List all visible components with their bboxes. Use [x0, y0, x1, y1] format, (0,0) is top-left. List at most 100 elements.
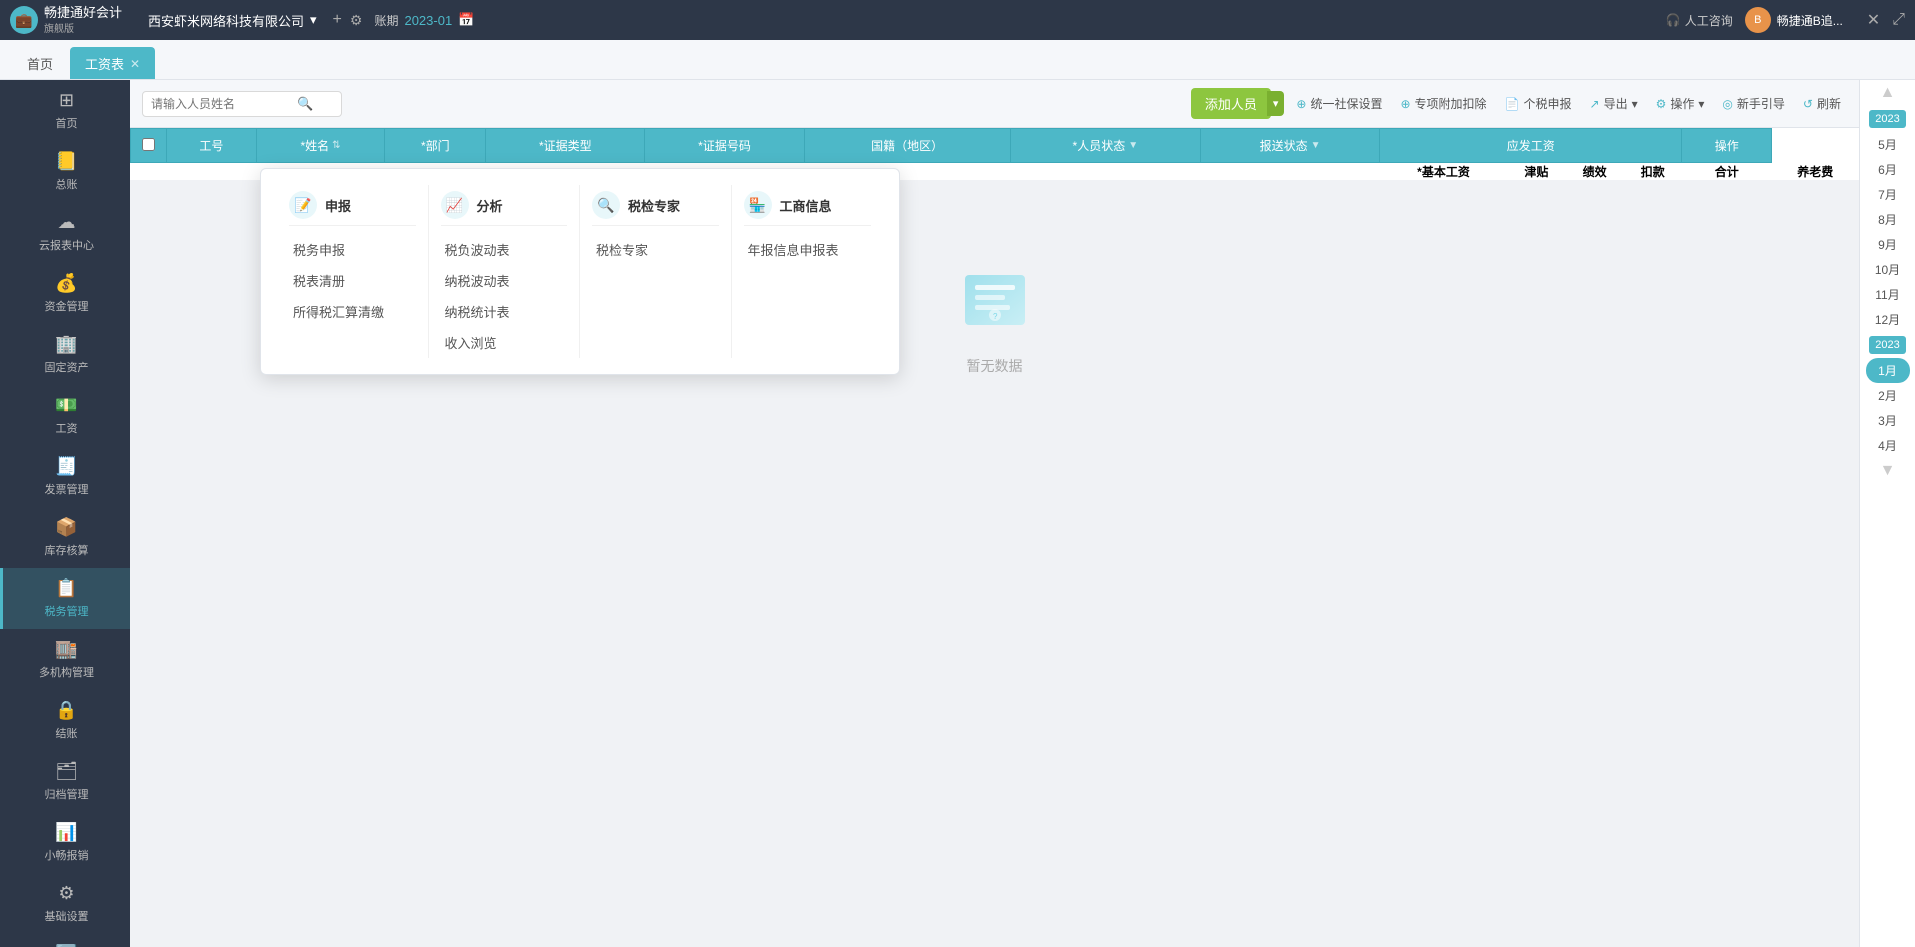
- month-2[interactable]: 2月: [1866, 383, 1910, 408]
- sidebar-label-close: 结账: [56, 725, 78, 741]
- add-person-button[interactable]: 添加人员: [1191, 88, 1271, 119]
- tab-home[interactable]: 首页: [12, 47, 68, 79]
- social-label: 统一社保设置: [1310, 95, 1382, 112]
- sidebar-item-funds[interactable]: 💰 资金管理: [0, 263, 130, 324]
- th-wage-group: 应发工资: [1380, 129, 1682, 163]
- month-6[interactable]: 6月: [1866, 157, 1910, 182]
- company-selector[interactable]: 西安虾米网络科技有限公司 ▾: [140, 7, 325, 34]
- menu-tax-wave2[interactable]: 纳税波动表: [441, 265, 568, 296]
- guide-toolbar-icon: ◎: [1722, 97, 1732, 111]
- special-deduction-btn[interactable]: ⊕ 专项附加扣除: [1394, 91, 1492, 116]
- business-label: 工商信息: [780, 196, 832, 215]
- period-value[interactable]: 2023-01: [404, 13, 452, 28]
- month-10[interactable]: 10月: [1866, 257, 1910, 282]
- sidebar-item-assets[interactable]: 🏢 固定资产: [0, 324, 130, 385]
- add-icon-btn[interactable]: +: [333, 11, 342, 29]
- menu-annual-report[interactable]: 年报信息申报表: [744, 234, 872, 265]
- menu-income-browse[interactable]: 收入浏览: [441, 327, 568, 358]
- user-btn[interactable]: B 畅捷通B追...: [1745, 7, 1843, 33]
- company-dropdown-icon: ▾: [310, 12, 317, 28]
- sidebar: ⊞ 首页 📒 总账 ☁ 云报表中心 💰 资金管理 🏢 固定资产 💵 工资 🧾 发…: [0, 80, 130, 947]
- month-12[interactable]: 12月: [1866, 307, 1910, 332]
- th-domicile: 国籍（地区）: [804, 129, 1010, 163]
- close-btn[interactable]: ✕: [1867, 10, 1880, 30]
- category-shenb: 📝 申报: [289, 185, 416, 226]
- date-nav-down[interactable]: ▼: [1876, 458, 1900, 484]
- refresh-btn[interactable]: ↺ 刷新: [1797, 91, 1847, 116]
- user-name: 畅捷通B追...: [1777, 12, 1843, 29]
- search-box: 🔍: [142, 91, 342, 117]
- sidebar-item-home[interactable]: ⊞ 首页: [0, 80, 130, 141]
- th-report-status[interactable]: 报送状态 ▼: [1201, 129, 1380, 163]
- menu-tax-expert[interactable]: 税检专家: [592, 234, 719, 265]
- th-status[interactable]: *人员状态 ▼: [1010, 129, 1200, 163]
- shenb-label: 申报: [325, 196, 351, 215]
- sidebar-item-tax[interactable]: 📋 税务管理: [0, 568, 130, 629]
- th2-empty1: [131, 163, 167, 181]
- th-dept: *部门: [385, 129, 486, 163]
- th-deduction: 扣款: [1624, 163, 1682, 181]
- export-label: 导出: [1604, 95, 1628, 112]
- sidebar-item-xiaochang[interactable]: 📊 小畅报销: [0, 812, 130, 873]
- month-5[interactable]: 5月: [1866, 132, 1910, 157]
- tab-salary-close[interactable]: ✕: [130, 57, 140, 71]
- th-pension: 养老费: [1772, 163, 1859, 181]
- sidebar-item-settings[interactable]: ⚙ 基础设置: [0, 873, 130, 934]
- menu-tax-wave[interactable]: 税负波动表: [441, 234, 568, 265]
- logo-text: 畅捷通好会计: [44, 5, 122, 21]
- th-name[interactable]: *姓名 ⇅: [256, 129, 385, 163]
- settings-icon-btn[interactable]: ⚙: [350, 12, 363, 29]
- add-person-dropdown-button[interactable]: ▾: [1267, 91, 1285, 116]
- month-9[interactable]: 9月: [1866, 232, 1910, 257]
- content-area: 🔍 添加人员 ▾ ⊕ 统一社保设置 ⊕ 专项附加扣除 📄 个税申报: [130, 80, 1859, 947]
- sidebar-label-salary: 工资: [56, 420, 78, 436]
- date-nav-up[interactable]: ▲: [1876, 80, 1900, 106]
- guide-toolbar-label: 新手引导: [1737, 95, 1785, 112]
- service-btn[interactable]: 🎧 人工咨询: [1666, 12, 1733, 29]
- sidebar-item-ledger[interactable]: 📒 总账: [0, 141, 130, 202]
- export-btn[interactable]: ↗ 导出 ▾: [1584, 91, 1644, 116]
- tab-salary[interactable]: 工资表 ✕: [70, 47, 155, 79]
- th-status-label: *人员状态: [1073, 137, 1126, 154]
- tax-report-icon: 📄: [1505, 97, 1520, 111]
- social-insurance-btn[interactable]: ⊕ 统一社保设置: [1290, 91, 1388, 116]
- tax-report-btn[interactable]: 📄 个税申报: [1499, 91, 1578, 116]
- operation-dropdown-icon: ▾: [1698, 97, 1704, 111]
- th-checkbox[interactable]: [131, 129, 167, 163]
- th-performance: 绩效: [1566, 163, 1624, 181]
- sidebar-item-archive[interactable]: 🗂 归档管理: [0, 751, 130, 812]
- export-dropdown-icon: ▾: [1632, 97, 1638, 111]
- menu-tax-submit[interactable]: 税务申报: [289, 234, 416, 265]
- close-period-icon: 🔒: [55, 700, 77, 721]
- menu-tax-table[interactable]: 税表清册: [289, 265, 416, 296]
- month-8[interactable]: 8月: [1866, 207, 1910, 232]
- sidebar-item-salary[interactable]: 💵 工资: [0, 385, 130, 446]
- year-2023-first[interactable]: 2023: [1869, 110, 1905, 128]
- toolbar: 🔍 添加人员 ▾ ⊕ 统一社保设置 ⊕ 专项附加扣除 📄 个税申报: [130, 80, 1859, 128]
- sidebar-item-inventory[interactable]: 📦 库存核算: [0, 507, 130, 568]
- year-2023-second[interactable]: 2023: [1869, 336, 1905, 354]
- newbie-guide-btn[interactable]: ◎ 新手引导: [1716, 91, 1791, 116]
- expand-btn[interactable]: ⤢: [1892, 11, 1905, 29]
- sidebar-item-guide[interactable]: 🆕 新手引导: [0, 934, 130, 947]
- sidebar-item-invoice[interactable]: 🧾 发票管理: [0, 446, 130, 507]
- sidebar-item-multi[interactable]: 🏬 多机构管理: [0, 629, 130, 690]
- menu-tax-stat[interactable]: 纳税统计表: [441, 296, 568, 327]
- search-input[interactable]: [151, 97, 291, 111]
- logo-icon: 💼: [10, 6, 38, 34]
- dropdown-col-expert: 🔍 税检专家 税检专家: [580, 185, 732, 358]
- sidebar-item-cloud[interactable]: ☁ 云报表中心: [0, 202, 130, 263]
- month-4[interactable]: 4月: [1866, 433, 1910, 458]
- sidebar-label-xiaochang: 小畅报销: [45, 847, 89, 863]
- month-3[interactable]: 3月: [1866, 408, 1910, 433]
- month-1[interactable]: 1月: [1866, 358, 1910, 383]
- month-11[interactable]: 11月: [1866, 282, 1910, 307]
- calendar-icon[interactable]: 📅: [458, 12, 474, 28]
- sidebar-item-close[interactable]: 🔒 结账: [0, 690, 130, 751]
- main-layout: ⊞ 首页 📒 总账 ☁ 云报表中心 💰 资金管理 🏢 固定资产 💵 工资 🧾 发…: [0, 80, 1915, 947]
- operation-btn[interactable]: ⚙ 操作 ▾: [1650, 91, 1711, 116]
- company-name: 西安虾米网络科技有限公司: [148, 11, 304, 30]
- select-all-checkbox[interactable]: [142, 138, 155, 151]
- month-7[interactable]: 7月: [1866, 182, 1910, 207]
- menu-income-calc[interactable]: 所得税汇算清缴: [289, 296, 416, 327]
